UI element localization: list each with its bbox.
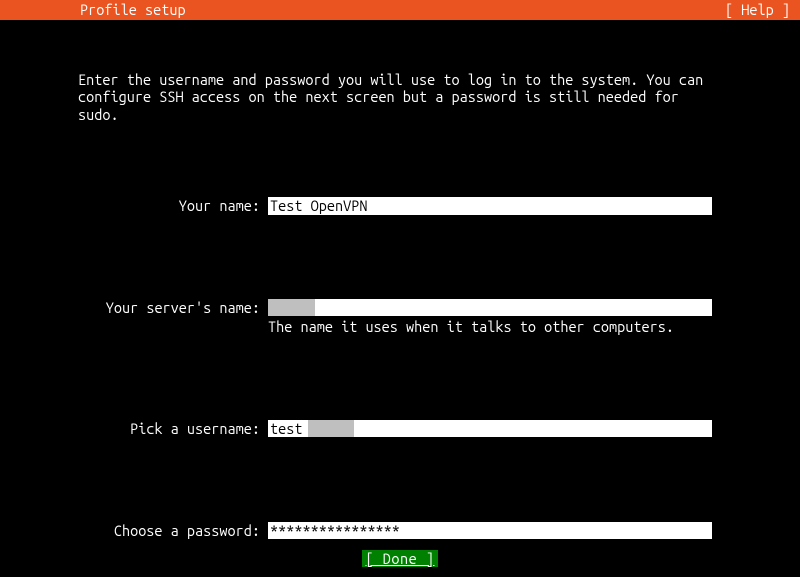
instructions-text: Enter the username and password you will… bbox=[78, 71, 722, 123]
screen-title: Profile setup bbox=[10, 1, 186, 18]
row-username: Pick a username: bbox=[78, 420, 722, 438]
content-area: Enter the username and password you will… bbox=[0, 20, 800, 577]
input-server-name-tail[interactable] bbox=[315, 299, 712, 317]
label-password: Choose a password: bbox=[78, 522, 268, 539]
row-server-name: Your server's name: The name it uses whe… bbox=[78, 299, 722, 336]
input-your-name[interactable] bbox=[268, 197, 712, 215]
input-username-cursor bbox=[308, 420, 354, 438]
input-password[interactable] bbox=[268, 522, 712, 540]
input-username[interactable] bbox=[268, 420, 308, 438]
hint-server-name: The name it uses when it talks to other … bbox=[268, 318, 722, 335]
input-server-name[interactable] bbox=[268, 299, 315, 317]
done-button[interactable]: [ Done ] bbox=[362, 550, 439, 567]
row-password: Choose a password: bbox=[78, 522, 722, 540]
input-username-wrap[interactable] bbox=[268, 420, 722, 438]
footer: [ Done ] bbox=[0, 550, 800, 567]
label-server-name: Your server's name: bbox=[78, 299, 268, 316]
label-your-name: Your name: bbox=[78, 197, 268, 214]
help-button[interactable]: [ Help ] bbox=[725, 1, 790, 18]
label-username: Pick a username: bbox=[78, 420, 268, 437]
input-username-tail[interactable] bbox=[354, 420, 712, 438]
header-bar: Profile setup [ Help ] bbox=[0, 0, 800, 20]
row-your-name: Your name: bbox=[78, 197, 722, 215]
